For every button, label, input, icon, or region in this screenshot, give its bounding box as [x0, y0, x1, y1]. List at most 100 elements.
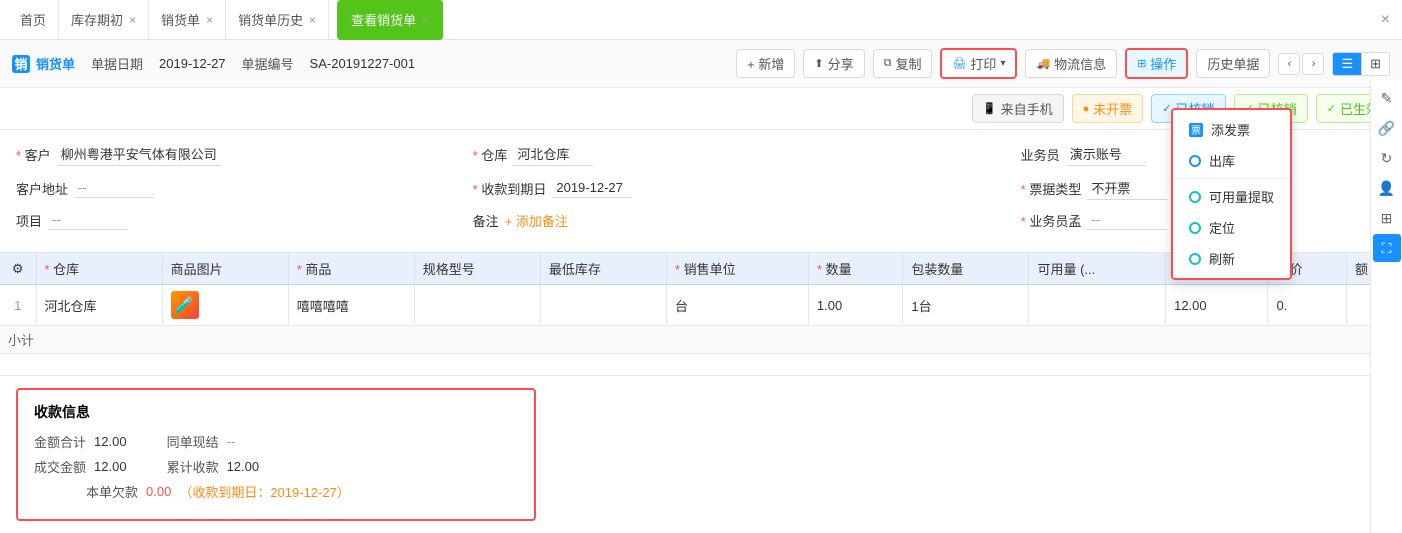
- doc-no-value: SA-20191227-001: [310, 56, 416, 71]
- subtotal-label: 小计: [0, 326, 1402, 354]
- collection-title: 收款信息: [34, 402, 518, 422]
- doc-type-icon: 销: [12, 55, 30, 73]
- history-button[interactable]: 历史单据: [1196, 49, 1270, 78]
- address-field: 客户地址 --: [16, 178, 473, 198]
- main-area: 销 销货单 单据日期 2019-12-27 单据编号 SA-20191227-0…: [0, 40, 1402, 533]
- sidebar-link-icon[interactable]: 🔗: [1373, 114, 1401, 142]
- table-row: 1 河北仓库 🧪 嘻嘻嘻嘻 台 1.00 1台 12.00 0.: [0, 285, 1402, 326]
- salesperson-value: --: [1087, 210, 1167, 230]
- note-field: 备注 + 添加备注: [473, 211, 1021, 230]
- share-button[interactable]: ⬆ 分享: [803, 49, 864, 78]
- row-product: 嘻嘻嘻嘻: [288, 285, 414, 326]
- transaction-amount-field: 成交金额 12.00: [34, 457, 127, 476]
- dropdown-add-invoice[interactable]: 票 添发票: [1173, 114, 1290, 145]
- ticket-type-label: 票据类型: [1021, 179, 1082, 198]
- tab-sales-order[interactable]: 销货单 ×: [149, 0, 226, 40]
- warehouse-value: 河北仓库: [513, 142, 593, 166]
- row-image: 🧪: [162, 285, 288, 326]
- tab-view-sales[interactable]: 查看销货单 ×: [337, 0, 444, 40]
- col-package-qty: 包装数量: [903, 253, 1029, 285]
- total-amount-field: 金额合计 12.00: [34, 432, 127, 451]
- doc-no-label: 单据编号: [242, 54, 294, 73]
- sidebar-table-icon[interactable]: ⊞: [1373, 204, 1401, 232]
- collection-row-2: 成交金额 12.00 累计收款 12.00: [34, 457, 518, 476]
- col-image: 商品图片: [162, 253, 288, 285]
- col-min-stock: 最低库存: [540, 253, 666, 285]
- employee-value: 演示账号: [1066, 142, 1146, 166]
- total-collected-value: 12.00: [227, 459, 260, 474]
- doc-title: 销 销货单: [12, 54, 75, 73]
- customer-value: 柳州粤港平安气体有限公司: [57, 142, 221, 166]
- collection-info: 收款信息 金额合计 12.00 同单现结 -- 成交金额 12.00 累计收款: [16, 388, 536, 521]
- tab-sales-history[interactable]: 销货单历史 ×: [226, 0, 329, 40]
- total-collected-field: 累计收款 12.00: [167, 457, 260, 476]
- row-price: 0.: [1268, 285, 1347, 326]
- close-tab-inventory-init[interactable]: ×: [129, 13, 136, 27]
- settlement-value: --: [227, 434, 236, 449]
- doc-type-label: 销货单: [36, 54, 75, 73]
- dropdown-refresh[interactable]: 刷新: [1173, 243, 1290, 274]
- sidebar-edit-icon[interactable]: ✎: [1373, 84, 1401, 112]
- print-button[interactable]: 🖨 打印 ▾: [940, 48, 1017, 79]
- available-qty-icon: [1189, 191, 1201, 203]
- row-spec: [414, 285, 540, 326]
- warehouse-field: 仓库 河北仓库: [473, 142, 1021, 166]
- tab-inventory-init[interactable]: 库存期初 ×: [59, 0, 149, 40]
- copy-button[interactable]: ⧉ 复制: [873, 49, 933, 78]
- col-available: 可用量 (...: [1029, 253, 1166, 285]
- settlement-field: 同单现结 --: [167, 432, 236, 451]
- col-quantity: * 数量: [808, 253, 902, 285]
- sidebar-user-icon[interactable]: 👤: [1373, 174, 1401, 202]
- total-amount-label: 金额合计: [34, 432, 86, 451]
- settlement-label: 同单现结: [167, 432, 219, 451]
- sidebar-refresh-icon[interactable]: ↻: [1373, 144, 1401, 172]
- logistics-button[interactable]: 🚚 物流信息: [1025, 49, 1117, 78]
- refresh-icon: [1189, 253, 1201, 265]
- out-stock-icon: [1189, 155, 1201, 167]
- col-spec: 规格型号: [414, 253, 540, 285]
- project-label: 项目: [16, 211, 42, 230]
- locate-icon: [1189, 222, 1201, 234]
- row-available: [1029, 285, 1166, 326]
- transaction-amount-value: 12.00: [94, 459, 127, 474]
- close-tab-view-sales[interactable]: ×: [422, 13, 429, 27]
- row-min-stock: [540, 285, 666, 326]
- close-tab-sales-history[interactable]: ×: [309, 13, 316, 27]
- doc-date-value: 2019-12-27: [159, 56, 226, 71]
- add-note-button[interactable]: + 添加备注: [505, 211, 568, 230]
- not-open-btn[interactable]: ● 未开票: [1072, 94, 1144, 123]
- view-list-button[interactable]: ☰: [1333, 53, 1362, 75]
- col-unit: * 销售单位: [666, 253, 808, 285]
- project-value: --: [48, 210, 128, 230]
- tab-home[interactable]: 首页: [8, 0, 59, 40]
- operations-dropdown: 票 添发票 出库 可用量提取 定位 刷新: [1171, 108, 1292, 280]
- product-thumbnail: 🧪: [171, 291, 199, 319]
- new-button[interactable]: + 新增: [736, 49, 795, 78]
- ticket-type-value: 不开票: [1087, 176, 1167, 200]
- row-num: 1: [0, 285, 36, 326]
- phone-status-btn[interactable]: 📱 来自手机: [972, 94, 1064, 123]
- total-collected-label: 累计收款: [167, 457, 219, 476]
- sidebar-expand-icon[interactable]: ⛶: [1373, 234, 1401, 262]
- row-stock: 12.00: [1166, 285, 1268, 326]
- close-all-tabs[interactable]: ×: [1381, 11, 1390, 29]
- nav-next-button[interactable]: ›: [1302, 53, 1324, 75]
- total-amount-value: 12.00: [94, 434, 127, 449]
- dropdown-available-qty[interactable]: 可用量提取: [1173, 181, 1290, 212]
- note-label: 备注: [473, 211, 499, 230]
- col-settings: ⚙: [0, 253, 36, 285]
- close-tab-sales-order[interactable]: ×: [206, 13, 213, 27]
- tab-bar: 首页 库存期初 × 销货单 × 销货单历史 × 查看销货单 × ×: [0, 0, 1402, 40]
- payment-date-field: 收款到期日 2019-12-27: [473, 178, 1021, 198]
- balance-value: 0.00: [146, 484, 171, 499]
- operations-button[interactable]: ⊞ 操作: [1125, 48, 1188, 79]
- dropdown-out-stock[interactable]: 出库: [1173, 145, 1290, 176]
- subtotal-row: 小计: [0, 326, 1402, 354]
- nav-prev-button[interactable]: ‹: [1278, 53, 1300, 75]
- project-field: 项目 --: [16, 210, 473, 230]
- doc-meta: 单据日期 2019-12-27 单据编号 SA-20191227-001: [91, 54, 415, 73]
- dropdown-locate[interactable]: 定位: [1173, 212, 1290, 243]
- warehouse-label: 仓库: [473, 145, 508, 164]
- view-mode-buttons: ☰ ⊞: [1332, 52, 1390, 76]
- view-grid-button[interactable]: ⊞: [1362, 53, 1389, 75]
